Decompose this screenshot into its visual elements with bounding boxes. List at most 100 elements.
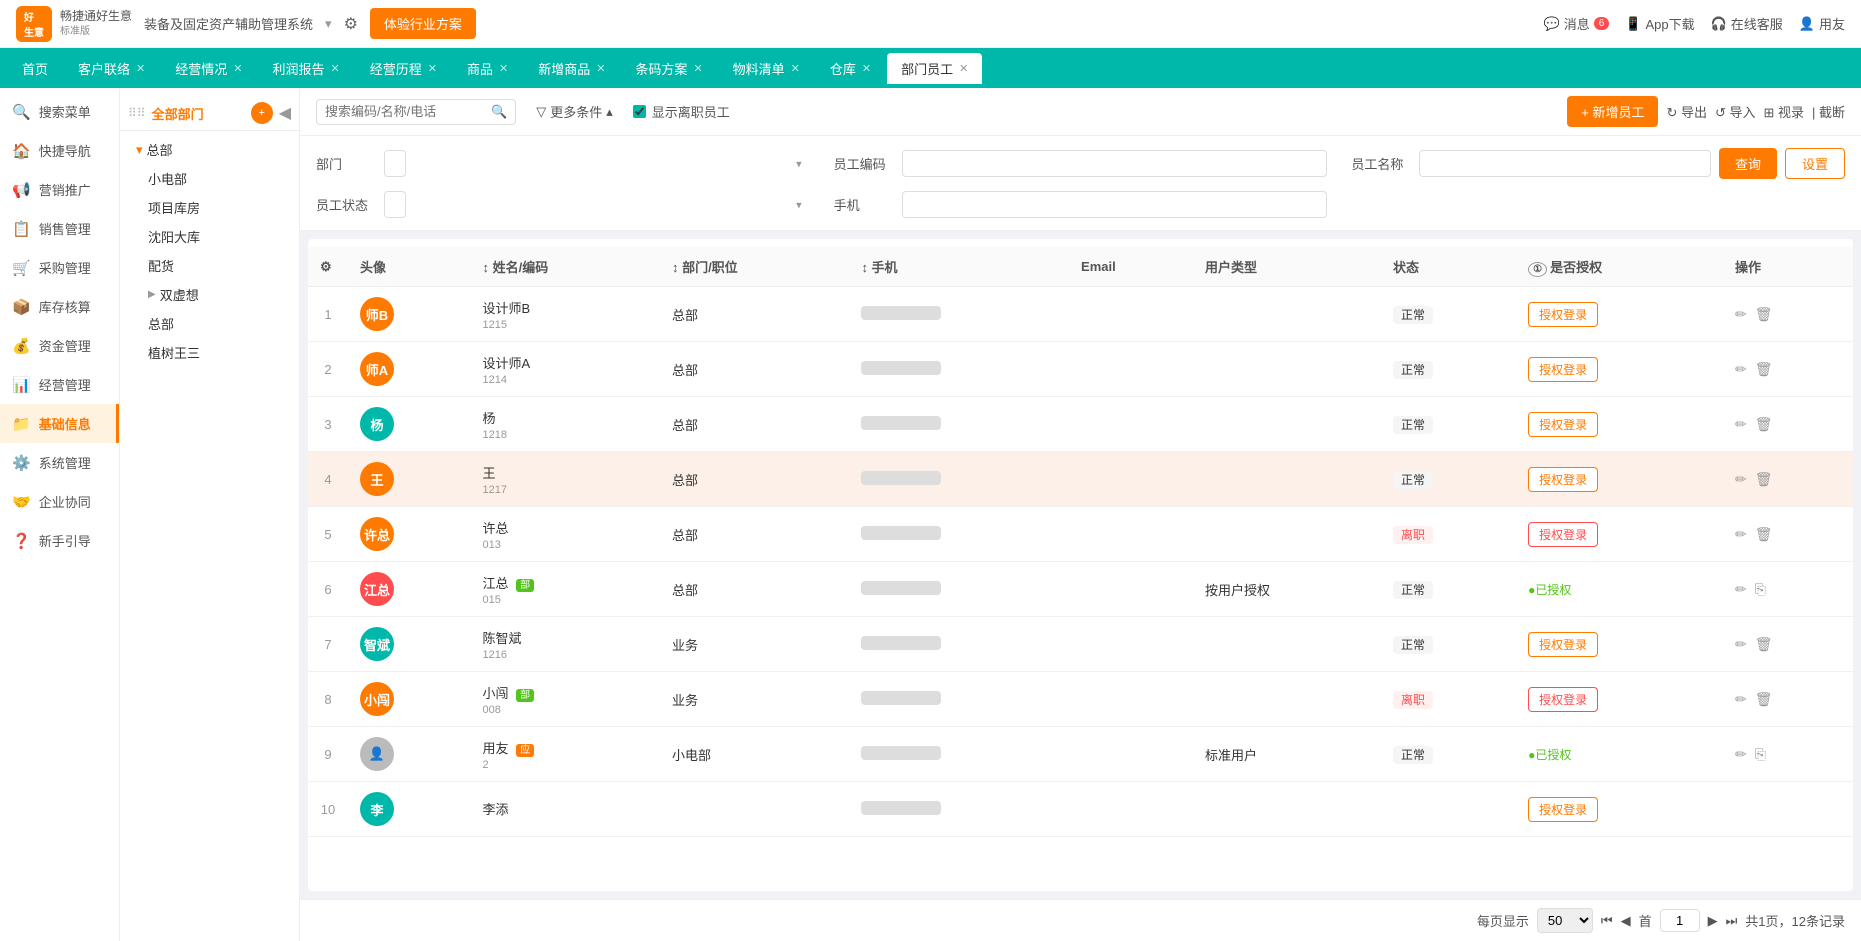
reset-btn[interactable]: 设置 (1785, 148, 1845, 179)
sidebar-item-sales[interactable]: 📋 销售管理 (0, 209, 119, 248)
delete-btn[interactable]: 🗑 (1755, 416, 1773, 433)
td-phone (849, 782, 1069, 837)
show-resigned-checkbox[interactable] (633, 105, 646, 118)
copy-btn[interactable]: ⎘ (1755, 581, 1766, 598)
dept-item-xiao-dian[interactable]: 小电部 (120, 164, 299, 193)
tab-department[interactable]: 部门员工 ✕ (887, 53, 982, 84)
tab-warehouse[interactable]: 仓库 ✕ (816, 53, 885, 84)
dept-item-shenyang[interactable]: 沈阳大库 (120, 222, 299, 251)
delete-btn[interactable]: 🗑 (1755, 361, 1773, 378)
delete-btn[interactable]: 🗑 (1755, 636, 1773, 653)
show-resigned-label[interactable]: 显示离职员工 (633, 102, 730, 121)
auth-login-btn[interactable]: 授权登录 (1528, 687, 1598, 712)
td-usertype (1193, 397, 1381, 452)
tab-operations[interactable]: 经营情况 ✕ (161, 53, 256, 84)
filter-label: 更多条件 (550, 102, 602, 121)
tab-bom[interactable]: 物料清单 ✕ (719, 53, 814, 84)
auth-login-btn[interactable]: 授权登录 (1528, 522, 1598, 547)
dept-item-distribution[interactable]: 配货 (120, 251, 299, 280)
delete-btn[interactable]: 🗑 (1755, 691, 1773, 708)
td-num: 10 (308, 782, 348, 837)
page-last-icon[interactable]: ⏭ (1726, 913, 1738, 929)
edit-btn[interactable]: ✏ (1735, 471, 1747, 488)
settings-icon[interactable]: ⚙ (344, 14, 358, 34)
dept-item-wangsan[interactable]: 植树王三 (120, 338, 299, 367)
sidebar-item-inventory[interactable]: 📦 库存核算 (0, 287, 119, 326)
page-input[interactable] (1660, 909, 1700, 932)
auth-login-btn[interactable]: 授权登录 (1528, 302, 1598, 327)
sidebar-item-cooperation[interactable]: 🤝 企业协同 (0, 482, 119, 521)
sidebar-item-guide[interactable]: ❓ 新手引导 (0, 521, 119, 560)
add-employee-btn[interactable]: + 新增员工 (1567, 96, 1658, 127)
th-name[interactable]: ↕ 姓名/编码 (470, 247, 659, 287)
tab-customer[interactable]: 客户联络 ✕ (64, 53, 159, 84)
tab-journey[interactable]: 经营历程 ✕ (356, 53, 451, 84)
sidebar-item-finance[interactable]: 💰 资金管理 (0, 326, 119, 365)
copy-btn[interactable]: ⎘ (1755, 746, 1766, 763)
auth-login-btn[interactable]: 授权登录 (1528, 632, 1598, 657)
more-btn[interactable]: | 截断 (1812, 102, 1845, 121)
edit-btn[interactable]: ✏ (1735, 691, 1747, 708)
page-next-icon[interactable]: ▶ (1708, 913, 1718, 929)
import-btn[interactable]: ↺ 导入 (1715, 102, 1756, 121)
edit-btn[interactable]: ✏ (1735, 746, 1747, 763)
delete-btn[interactable]: 🗑 (1755, 471, 1773, 488)
dropdown-arrow[interactable]: ▾ (325, 16, 332, 32)
dept-add-btn[interactable]: + (251, 102, 273, 124)
tab-profit[interactable]: 利润报告 ✕ (258, 53, 353, 84)
delete-btn[interactable]: 🗑 (1755, 526, 1773, 543)
sidebar-item-search[interactable]: 🔍 搜索菜单 (0, 92, 119, 131)
query-btn[interactable]: 查询 (1719, 148, 1777, 179)
empname-input[interactable] (1419, 150, 1711, 177)
online-service[interactable]: 🎧 在线客服 (1711, 14, 1783, 33)
search-input[interactable] (325, 104, 485, 119)
view-btn[interactable]: ⊞ 视录 (1763, 102, 1804, 121)
user-avatar[interactable]: 👤 用友 (1799, 14, 1845, 33)
dept-collapse-btn[interactable]: ◀ (279, 103, 291, 123)
empcode-input[interactable] (902, 150, 1328, 177)
phone-input[interactable] (902, 191, 1328, 218)
empstatus-select[interactable] (384, 191, 406, 218)
sidebar-item-operations[interactable]: 📊 经营管理 (0, 365, 119, 404)
delete-btn[interactable]: 🗑 (1755, 306, 1773, 323)
dept-badge-orange: 应 (516, 744, 534, 757)
dept-item-double[interactable]: ▶ 双虚想 (120, 280, 299, 309)
table-row: 7 智斌 陈智斌 1216 业务 正常 (308, 617, 1853, 672)
th-dept[interactable]: ↕ 部门/职位 (660, 247, 849, 287)
tab-home[interactable]: 首页 (8, 53, 62, 84)
sidebar-item-system[interactable]: ⚙️ 系统管理 (0, 443, 119, 482)
export-btn[interactable]: ↻ 导出 (1666, 102, 1707, 121)
edit-btn[interactable]: ✏ (1735, 306, 1747, 323)
edit-btn[interactable]: ✏ (1735, 581, 1747, 598)
auth-login-btn[interactable]: 授权登录 (1528, 412, 1598, 437)
trial-btn[interactable]: 体验行业方案 (370, 8, 476, 39)
sidebar-item-purchase[interactable]: 🛒 采购管理 (0, 248, 119, 287)
dept-item-hq-root[interactable]: ▾ 总部 (120, 135, 299, 164)
auth-login-btn[interactable]: 授权登录 (1528, 357, 1598, 382)
sidebar-item-quicknav[interactable]: 🏠 快捷导航 (0, 131, 119, 170)
th-settings[interactable]: ⚙ (308, 247, 348, 287)
app-download[interactable]: 📱 App下载 (1625, 14, 1694, 33)
dept-name: 总部 (148, 314, 174, 333)
dept-item-project[interactable]: 项目库房 (120, 193, 299, 222)
tab-barcode[interactable]: 条码方案 ✕ (621, 53, 716, 84)
edit-btn[interactable]: ✏ (1735, 416, 1747, 433)
dept-item-hq[interactable]: 总部 (120, 309, 299, 338)
page-prev-icon[interactable]: ◀ (1621, 913, 1631, 929)
page-first-icon[interactable]: ⏮ (1601, 913, 1613, 929)
edit-btn[interactable]: ✏ (1735, 636, 1747, 653)
th-phone[interactable]: ↕ 手机 (849, 247, 1069, 287)
msg-action[interactable]: 💬 消息 6 (1544, 14, 1610, 33)
sidebar-item-basic[interactable]: 📁 基础信息 (0, 404, 119, 443)
auth-login-btn[interactable]: 授权登录 (1528, 797, 1598, 822)
sidebar-item-marketing[interactable]: 📢 营销推广 (0, 170, 119, 209)
employee-code: 1216 (482, 649, 647, 661)
dept-select[interactable] (384, 150, 406, 177)
tab-new-goods[interactable]: 新增商品 ✕ (524, 53, 619, 84)
tab-goods[interactable]: 商品 ✕ (453, 53, 522, 84)
per-page-select[interactable]: 50 100 200 (1537, 908, 1593, 933)
edit-btn[interactable]: ✏ (1735, 361, 1747, 378)
edit-btn[interactable]: ✏ (1735, 526, 1747, 543)
more-filter-btn[interactable]: ▽ 更多条件 ▴ (528, 98, 621, 125)
auth-login-btn[interactable]: 授权登录 (1528, 467, 1598, 492)
